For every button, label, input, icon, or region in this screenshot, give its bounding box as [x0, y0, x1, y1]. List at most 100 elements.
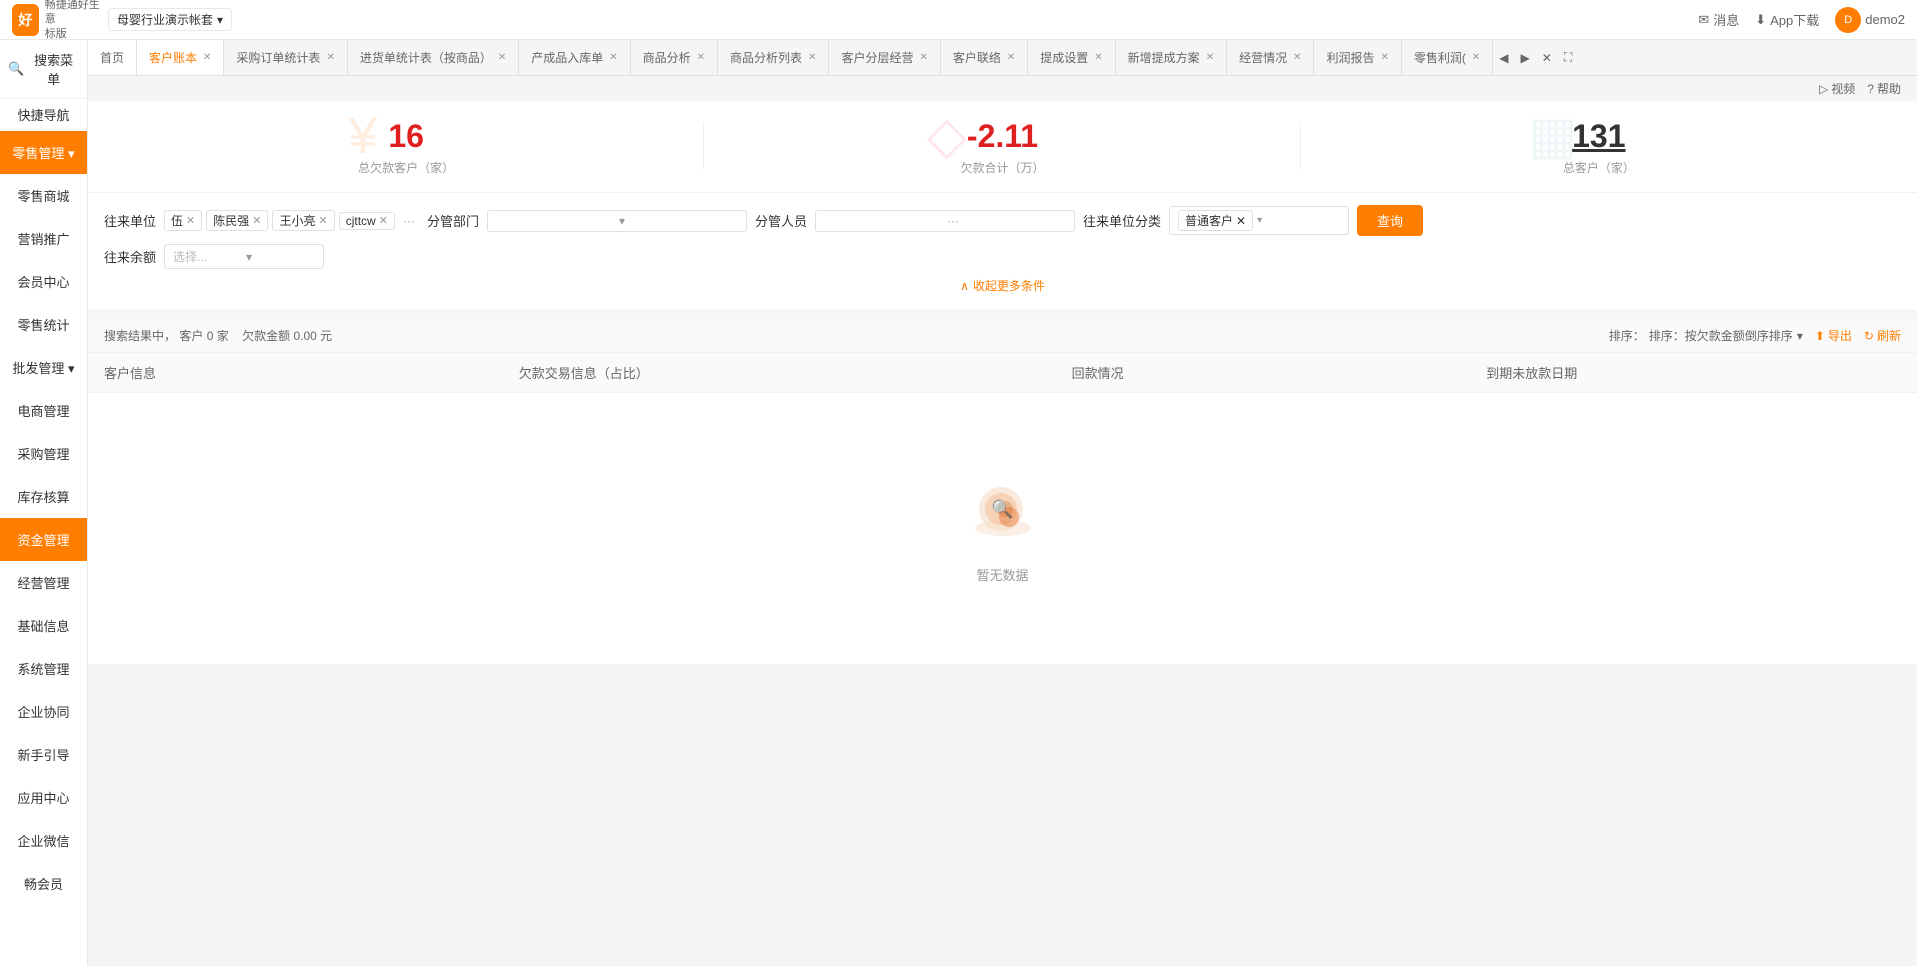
filter-tag-wang[interactable]: 王小亮 ✕ — [272, 210, 334, 231]
filter-tag-cjttcw-close[interactable]: ✕ — [379, 214, 388, 227]
tab-close-operations-status[interactable]: ✕ — [1293, 52, 1301, 63]
tab-close-inbound-single[interactable]: ✕ — [609, 52, 617, 63]
search-result-text: 搜索结果中， 客户 0 家 欠款金额 0.00 元 — [104, 327, 332, 344]
tab-customer-contact[interactable]: 客户联络 ✕ — [941, 40, 1028, 76]
sidebar-item-basic-info[interactable]: 基础信息 — [0, 604, 87, 647]
sidebar-item-retail-mall[interactable]: 零售商城 — [0, 174, 87, 217]
collapse-btn[interactable]: ∧ 收起更多条件 — [960, 277, 1045, 294]
sidebar-item-retail-mgmt[interactable]: 零售管理 ▾ — [0, 131, 87, 174]
chevron-down-icon: ▾ — [217, 13, 223, 27]
export-button[interactable]: ⬆ 导出 — [1815, 327, 1852, 344]
tab-close-purchase-stats[interactable]: ✕ — [326, 52, 334, 63]
top-bar: 好 畅捷通好生意 标版 母婴行业演示帐套 ▾ ✉ 消息 ⬇ App下载 D — [0, 0, 1917, 40]
help-links: ▷ 视频 ? 帮助 — [88, 76, 1917, 101]
customer-tag: 普通客户 ✕ — [1178, 210, 1253, 231]
tab-close-promo-settings[interactable]: ✕ — [1094, 52, 1102, 63]
chevron-down-icon4: ▾ — [1797, 329, 1803, 343]
filter-tag-chen[interactable]: 陈民强 ✕ — [206, 210, 268, 231]
tab-inbound-single[interactable]: 产成品入库单 ✕ — [519, 40, 630, 76]
sort-select[interactable]: 排序： 排序：按欠款金额倒序排序 ▾ — [1609, 327, 1803, 344]
video-link[interactable]: ▷ 视频 — [1819, 80, 1855, 97]
tab-retail-profit[interactable]: 零售利润( ✕ — [1402, 40, 1493, 76]
filter-person-select[interactable]: ··· — [815, 210, 1075, 232]
stat-overdue-customers-value: 16 — [388, 117, 424, 155]
filter-tag-cjttcw[interactable]: cjttcw ✕ — [339, 212, 395, 230]
tab-customer-layer[interactable]: 客户分层经营 ✕ — [829, 40, 940, 76]
message-button[interactable]: ✉ 消息 — [1698, 10, 1739, 29]
tab-close-all-btn[interactable]: ✕ — [1536, 51, 1558, 65]
search-result-right: 排序： 排序：按欠款金额倒序排序 ▾ ⬆ 导出 ↻ 刷新 — [1609, 327, 1901, 344]
filter-dept-select[interactable]: ▾ — [487, 210, 747, 232]
filter-tag-chen-close[interactable]: ✕ — [252, 214, 261, 227]
tab-close-retail-profit[interactable]: ✕ — [1472, 52, 1480, 63]
filter-category-select[interactable]: 普通客户 ✕ ▾ — [1169, 206, 1349, 235]
tab-close-customer-contact[interactable]: ✕ — [1007, 52, 1015, 63]
sidebar-quick-nav[interactable]: 快捷导航 — [0, 99, 87, 131]
export-icon: ⬆ — [1815, 329, 1825, 343]
tab-close-accounts[interactable]: ✕ — [203, 52, 211, 63]
filter-tag-wu[interactable]: 伍 ✕ — [164, 210, 202, 231]
sidebar-item-sys-mgmt[interactable]: 系统管理 — [0, 647, 87, 690]
table-container: 客户信息 欠款交易信息（占比） 回款情况 到期未放款日期 — [88, 353, 1917, 664]
sidebar-item-ecommerce[interactable]: 电商管理 — [0, 389, 87, 432]
tab-product-analysis-list[interactable]: 商品分析列表 ✕ — [718, 40, 829, 76]
customer-tag-close[interactable]: ✕ — [1236, 214, 1246, 228]
tab-close-product-analysis-list[interactable]: ✕ — [808, 52, 816, 63]
tab-close-inbound-stats[interactable]: ✕ — [498, 52, 506, 63]
sidebar-item-enterprise[interactable]: 企业协同 — [0, 690, 87, 733]
table-col-overdue-info: 欠款交易信息（占比） — [519, 363, 1072, 382]
sidebar-item-vip[interactable]: 畅会员 — [0, 862, 87, 905]
query-button[interactable]: 查询 — [1357, 205, 1423, 236]
stat-overdue-customers: ¥ 16 总欠款客户（家） — [108, 117, 704, 176]
sidebar-item-operations[interactable]: 经营管理 — [0, 561, 87, 604]
tab-purchase-stats[interactable]: 采购订单统计表 ✕ — [224, 40, 347, 76]
tab-operations-status[interactable]: 经营情况 ✕ — [1227, 40, 1314, 76]
sidebar-item-member-center[interactable]: 会员中心 — [0, 260, 87, 303]
filter-person-label: 分管人员 — [755, 211, 807, 230]
tab-home[interactable]: 首页 — [88, 40, 137, 76]
tab-close-new-solution[interactable]: ✕ — [1206, 52, 1214, 63]
demo-select[interactable]: 母婴行业演示帐套 ▾ — [108, 8, 232, 31]
table-header: 客户信息 欠款交易信息（占比） 回款情况 到期未放款日期 — [88, 353, 1917, 393]
app-download-button[interactable]: ⬇ App下载 — [1755, 10, 1819, 29]
sidebar-item-finance[interactable]: 资金管理 — [0, 518, 87, 561]
stat-overdue-amount-label: 欠款合计（万） — [704, 159, 1300, 176]
sidebar-item-batch-mgmt[interactable]: 批发管理 ▾ — [0, 346, 87, 389]
tab-prev-btn[interactable]: ◀ — [1493, 51, 1514, 65]
filter-tag-wu-close[interactable]: ✕ — [186, 214, 195, 227]
tab-new-solution[interactable]: 新增提成方案 ✕ — [1116, 40, 1227, 76]
filter-more-btn[interactable]: ··· — [399, 212, 419, 230]
tab-product-analysis[interactable]: 商品分析 ✕ — [631, 40, 718, 76]
tab-next-btn[interactable]: ▶ — [1515, 51, 1536, 65]
person-select-dots[interactable]: ··· — [943, 214, 1066, 228]
tab-close-profit-report[interactable]: ✕ — [1381, 52, 1389, 63]
tab-profit-report[interactable]: 利润报告 ✕ — [1314, 40, 1401, 76]
sidebar-item-retail-stats[interactable]: 零售统计 — [0, 303, 87, 346]
user-menu[interactable]: D demo2 — [1835, 7, 1905, 33]
tab-expand-btn[interactable]: ⛶ — [1558, 50, 1578, 65]
sidebar-item-inventory[interactable]: 库存核算 — [0, 475, 87, 518]
filter-unit-label: 往来单位 — [104, 211, 156, 230]
tab-close-customer-layer[interactable]: ✕ — [919, 52, 927, 63]
sidebar-item-app-center[interactable]: 应用中心 — [0, 776, 87, 819]
tab-accounts[interactable]: 客户账本 ✕ — [137, 40, 224, 76]
sidebar-item-marketing[interactable]: 营销推广 — [0, 217, 87, 260]
filter-balance-select[interactable]: 选择... ▾ — [164, 244, 324, 269]
tab-close-product-analysis[interactable]: ✕ — [697, 52, 705, 63]
sidebar-item-purchase-mgmt[interactable]: 采购管理 — [0, 432, 87, 475]
tab-promo-settings[interactable]: 提成设置 ✕ — [1028, 40, 1115, 76]
svg-text:🔍: 🔍 — [991, 497, 1013, 519]
filter-tag-wang-close[interactable]: ✕ — [319, 214, 328, 227]
filter-row-2: 往来余额 选择... ▾ — [104, 244, 1901, 269]
filter-unit-tags: 伍 ✕ 陈民强 ✕ 王小亮 ✕ — [164, 210, 419, 231]
sidebar-item-new-guide[interactable]: 新手引导 — [0, 733, 87, 776]
tab-inbound-stats[interactable]: 进货单统计表（按商品） ✕ — [348, 40, 519, 76]
stat-total-customers-label: 总客户（家） — [1301, 159, 1897, 176]
sidebar-item-enterprise-wechat[interactable]: 企业微信 — [0, 819, 87, 862]
filter-dept-label: 分管部门 — [427, 211, 479, 230]
chevron-down-icon2: ▾ — [1257, 215, 1262, 226]
sidebar-search[interactable]: 🔍 搜索菜单 — [0, 40, 87, 99]
video-icon: ▷ — [1819, 82, 1828, 96]
refresh-button[interactable]: ↻ 刷新 — [1864, 327, 1901, 344]
help-link[interactable]: ? 帮助 — [1867, 80, 1901, 97]
